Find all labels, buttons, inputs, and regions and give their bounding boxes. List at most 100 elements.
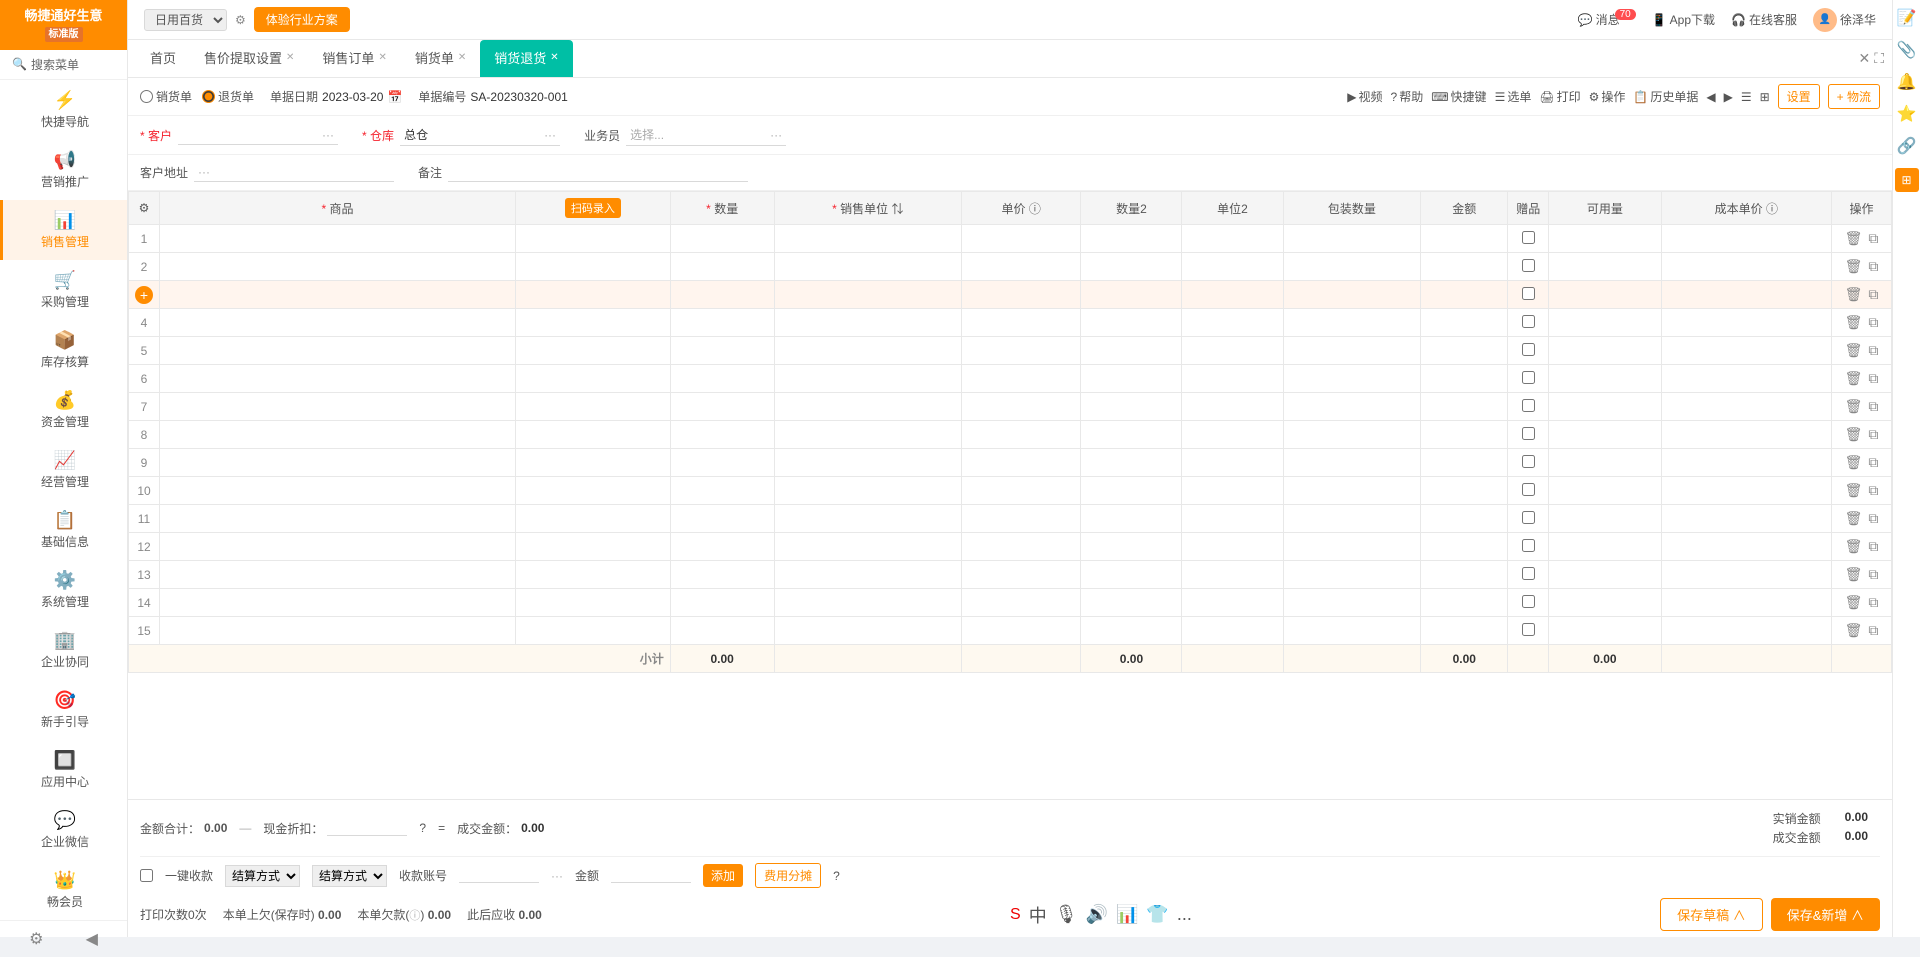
tab-sales-order[interactable]: 销售订单 ✕ <box>308 40 400 77</box>
quantity2-cell-13[interactable] <box>1081 561 1182 589</box>
delete-icon-6[interactable]: 🗑 <box>1845 370 1863 387</box>
warehouse-dots-icon[interactable]: ··· <box>544 128 556 142</box>
gift-checkbox-1[interactable] <box>1522 231 1535 244</box>
sidebar-item-system[interactable]: ⚙️ 系统管理 <box>0 560 127 620</box>
unit2-cell-13[interactable] <box>1182 561 1283 589</box>
gear-th-icon[interactable]: ⚙ <box>139 201 150 215</box>
gift-cell-8[interactable] <box>1508 421 1549 449</box>
cost-price-cell-2[interactable] <box>1661 253 1831 281</box>
unit-cell-5[interactable] <box>774 337 961 365</box>
sidebar-item-marketing[interactable]: 📢 营销推广 <box>0 140 127 200</box>
cost-price-cell-1[interactable] <box>1661 225 1831 253</box>
unit-price-cell-3[interactable] <box>961 281 1080 309</box>
quantity-cell-12[interactable] <box>670 533 774 561</box>
unit-cell-3[interactable] <box>774 281 961 309</box>
unit-cell-1[interactable] <box>774 225 961 253</box>
available-cell-5[interactable] <box>1549 337 1661 365</box>
gift-checkbox-13[interactable] <box>1522 567 1535 580</box>
available-cell-7[interactable] <box>1549 393 1661 421</box>
unit-price-cell-14[interactable] <box>961 589 1080 617</box>
cost-price-cell-15[interactable] <box>1661 617 1831 645</box>
tab-expand-icon[interactable]: ⛶ <box>1874 50 1884 67</box>
quantity2-cell-15[interactable] <box>1081 617 1182 645</box>
quantity-cell-11[interactable] <box>670 505 774 533</box>
available-cell-15[interactable] <box>1549 617 1661 645</box>
gift-cell-12[interactable] <box>1508 533 1549 561</box>
gift-checkbox-7[interactable] <box>1522 399 1535 412</box>
product-cell-9[interactable] <box>160 449 516 477</box>
settle-method-select[interactable]: 结算方式 <box>225 865 300 887</box>
unit2-cell-1[interactable] <box>1182 225 1283 253</box>
delete-icon-9[interactable]: 🗑 <box>1845 454 1863 471</box>
address-input[interactable]: ··· <box>194 163 394 182</box>
unit-price-cell-1[interactable] <box>961 225 1080 253</box>
product-cell-8[interactable] <box>160 421 516 449</box>
copy-icon-3[interactable]: ⧉ <box>1868 286 1878 303</box>
copy-icon-1[interactable]: ⧉ <box>1868 230 1878 247</box>
gift-checkbox-10[interactable] <box>1522 483 1535 496</box>
action-history[interactable]: 📋 历史单据 <box>1633 88 1698 105</box>
unit2-cell-9[interactable] <box>1182 449 1283 477</box>
quantity-cell-13[interactable] <box>670 561 774 589</box>
gift-cell-4[interactable] <box>1508 309 1549 337</box>
amount-cell-5[interactable] <box>1421 337 1508 365</box>
unit2-cell-7[interactable] <box>1182 393 1283 421</box>
radio-return[interactable]: 退货单 <box>202 88 254 105</box>
address-dots-icon[interactable]: ··· <box>198 165 210 179</box>
tab-price-setting[interactable]: 售价提取设置 ✕ <box>190 40 308 77</box>
available-cell-10[interactable] <box>1549 477 1661 505</box>
cost-price-cell-13[interactable] <box>1661 561 1831 589</box>
copy-icon-4[interactable]: ⧉ <box>1868 314 1878 331</box>
add-logistics-button[interactable]: + 物流 <box>1828 84 1880 109</box>
available-cell-4[interactable] <box>1549 309 1661 337</box>
amount-cell-11[interactable] <box>1421 505 1508 533</box>
sidebar-item-apps[interactable]: 🔲 应用中心 <box>0 740 127 800</box>
gift-cell-2[interactable] <box>1508 253 1549 281</box>
gift-cell-11[interactable] <box>1508 505 1549 533</box>
save-new-button[interactable]: 保存&新增 ∧ <box>1771 898 1880 931</box>
package-qty-cell-1[interactable] <box>1283 225 1421 253</box>
available-cell-11[interactable] <box>1549 505 1661 533</box>
quantity2-cell-8[interactable] <box>1081 421 1182 449</box>
product-cell-13[interactable] <box>160 561 516 589</box>
gift-checkbox-5[interactable] <box>1522 343 1535 356</box>
right-bell-icon[interactable]: 🔔 <box>1897 72 1917 92</box>
unit-cell-15[interactable] <box>774 617 961 645</box>
available-cell-2[interactable] <box>1549 253 1661 281</box>
unit-cell-2[interactable] <box>774 253 961 281</box>
cost-price-cell-6[interactable] <box>1661 365 1831 393</box>
amount-cell-14[interactable] <box>1421 589 1508 617</box>
package-qty-cell-7[interactable] <box>1283 393 1421 421</box>
quantity2-cell-6[interactable] <box>1081 365 1182 393</box>
quantity2-cell-7[interactable] <box>1081 393 1182 421</box>
tab-close-sales-order[interactable]: ✕ <box>378 52 386 63</box>
sidebar-item-finance[interactable]: 💰 资金管理 <box>0 380 127 440</box>
taskbar-icon2[interactable]: 🎙 <box>1055 904 1078 925</box>
product-cell-14[interactable] <box>160 589 516 617</box>
unit-cell-13[interactable] <box>774 561 961 589</box>
unit-price-cell-12[interactable] <box>961 533 1080 561</box>
unit-cell-12[interactable] <box>774 533 961 561</box>
calendar-icon[interactable]: 📅 <box>387 90 402 104</box>
available-cell-12[interactable] <box>1549 533 1661 561</box>
quantity2-cell-10[interactable] <box>1081 477 1182 505</box>
tab-close-price-setting[interactable]: ✕ <box>286 52 294 63</box>
cost-price-cell-8[interactable] <box>1661 421 1831 449</box>
package-qty-cell-9[interactable] <box>1283 449 1421 477</box>
unit-cell-14[interactable] <box>774 589 961 617</box>
product-cell-2[interactable] <box>160 253 516 281</box>
sidebar-item-guide[interactable]: 🎯 新手引导 <box>0 680 127 740</box>
gift-cell-3[interactable] <box>1508 281 1549 309</box>
gift-cell-6[interactable] <box>1508 365 1549 393</box>
quantity-cell-15[interactable] <box>670 617 774 645</box>
unit-cell-8[interactable] <box>774 421 961 449</box>
delete-icon-4[interactable]: 🗑 <box>1845 314 1863 331</box>
quantity2-cell-3[interactable] <box>1081 281 1182 309</box>
settings-icon[interactable]: ⚙ <box>29 929 43 949</box>
unit-price-cell-11[interactable] <box>961 505 1080 533</box>
discount-input[interactable] <box>327 821 407 836</box>
quantity-cell-6[interactable] <box>670 365 774 393</box>
amount-cell-9[interactable] <box>1421 449 1508 477</box>
copy-icon-9[interactable]: ⧉ <box>1868 454 1878 471</box>
amount-cell-7[interactable] <box>1421 393 1508 421</box>
